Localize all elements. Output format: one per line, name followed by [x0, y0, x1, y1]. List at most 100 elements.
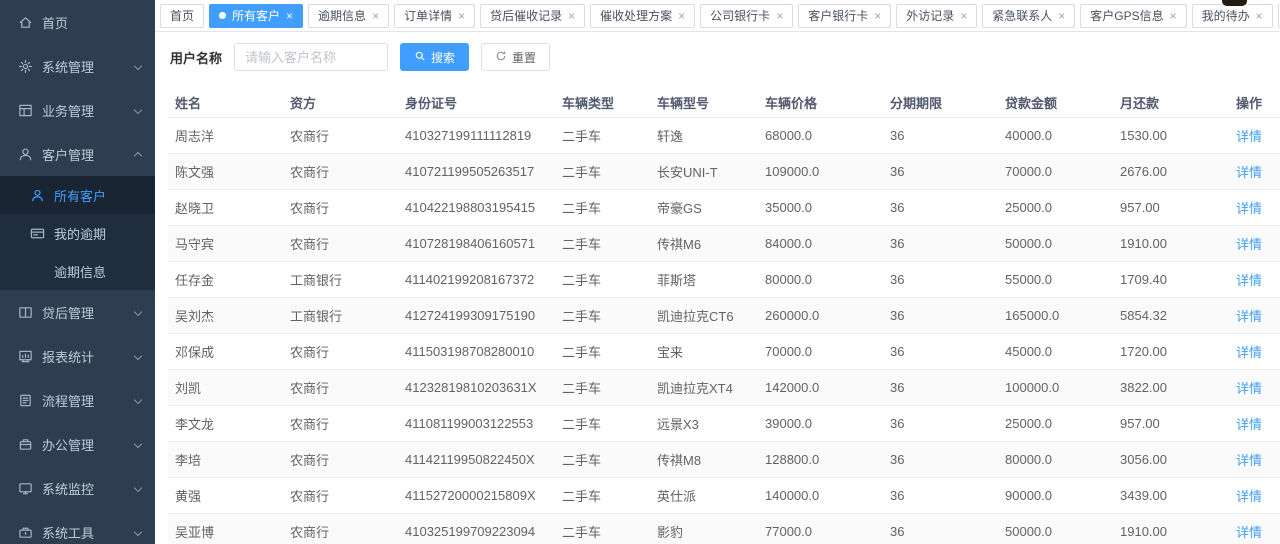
main-area: 首页所有客户×逾期信息×订单详情×贷后催收记录×催收处理方案×公司银行卡×客户银… [155, 0, 1280, 544]
tab-9[interactable]: 紧急联系人× [982, 4, 1075, 28]
detail-link[interactable]: 详情 [1236, 345, 1262, 360]
table-cell: 36 [890, 190, 1005, 226]
tab-4[interactable]: 贷后催收记录× [480, 4, 585, 28]
search-field-label: 用户名称 [170, 48, 222, 67]
close-icon[interactable]: × [678, 10, 685, 22]
column-header: 车辆类型 [562, 87, 657, 118]
table-cell: 工商银行 [290, 298, 405, 334]
table-cell: 吴亚博 [168, 514, 290, 544]
table-header-row: 姓名资方身份证号车辆类型车辆型号车辆价格分期期限贷款金额月还款操作 [168, 87, 1280, 118]
tools-icon [18, 525, 33, 540]
sidebar-item-0[interactable]: 首页 [0, 0, 155, 44]
chevron-down-icon [134, 528, 142, 536]
user-icon [18, 147, 33, 162]
detail-link[interactable]: 详情 [1236, 201, 1262, 216]
sidebar-item-2[interactable]: 业务管理 [0, 88, 155, 132]
table-cell: 农商行 [290, 190, 405, 226]
detail-link[interactable]: 详情 [1236, 525, 1262, 540]
detail-link[interactable]: 详情 [1236, 273, 1262, 288]
close-icon[interactable]: × [776, 10, 783, 22]
table-cell: 农商行 [290, 154, 405, 190]
table-cell: 25000.0 [1005, 406, 1120, 442]
table-cell: 50000.0 [1005, 226, 1120, 262]
column-header: 车辆价格 [765, 87, 890, 118]
table-cell: 邓保成 [168, 334, 290, 370]
tab-2[interactable]: 逾期信息× [308, 4, 389, 28]
column-header: 资方 [290, 87, 405, 118]
tab-7[interactable]: 客户银行卡× [798, 4, 891, 28]
card-icon [30, 226, 45, 241]
table-row: 赵晓卫农商行410422198803195415二手车帝豪GS35000.036… [168, 190, 1280, 226]
tab-8[interactable]: 外访记录× [896, 4, 977, 28]
table-cell: 142000.0 [765, 370, 890, 406]
close-icon[interactable]: × [286, 10, 293, 22]
close-icon[interactable]: × [960, 10, 967, 22]
action-cell: 详情 [1230, 118, 1280, 154]
table-cell: 影豹 [657, 514, 765, 544]
table-cell: 英仕派 [657, 478, 765, 514]
detail-link[interactable]: 详情 [1236, 165, 1262, 180]
tab-label: 订单详情 [404, 7, 452, 24]
close-icon[interactable]: × [1170, 10, 1177, 22]
sidebar-item-7[interactable]: 办公管理 [0, 422, 155, 466]
table-cell: 3822.00 [1120, 370, 1230, 406]
table-cell: 411402199208167372 [405, 262, 562, 298]
detail-link[interactable]: 详情 [1236, 237, 1262, 252]
close-icon[interactable]: × [1256, 10, 1263, 22]
sidebar-item-5[interactable]: 报表统计 [0, 334, 155, 378]
close-icon[interactable]: × [458, 10, 465, 22]
search-button[interactable]: 搜索 [400, 43, 469, 71]
close-icon[interactable]: × [1058, 10, 1065, 22]
table-cell: 68000.0 [765, 118, 890, 154]
table-cell: 140000.0 [765, 478, 890, 514]
detail-link[interactable]: 详情 [1236, 417, 1262, 432]
table-cell: 100000.0 [1005, 370, 1120, 406]
detail-link[interactable]: 详情 [1236, 309, 1262, 324]
table-cell: 工商银行 [290, 262, 405, 298]
tab-11[interactable]: 我的待办× [1192, 4, 1273, 28]
reset-button[interactable]: 重置 [481, 43, 550, 71]
sidebar-item-3[interactable]: 客户管理 [0, 132, 155, 176]
detail-link[interactable]: 详情 [1236, 129, 1262, 144]
table-cell: 36 [890, 514, 1005, 544]
sidebar-subitem-2[interactable]: 逾期信息 [0, 252, 155, 290]
customer-name-input[interactable] [234, 43, 388, 71]
table-row: 邓保成农商行411503198708280010二手车宝来70000.03645… [168, 334, 1280, 370]
search-icon [414, 50, 426, 65]
tab-3[interactable]: 订单详情 × [394, 4, 475, 28]
tab-6[interactable]: 公司银行卡× [700, 4, 793, 28]
column-header: 月还款 [1120, 87, 1230, 118]
table-cell: 36 [890, 262, 1005, 298]
column-header: 操作 [1230, 87, 1280, 118]
detail-link[interactable]: 详情 [1236, 381, 1262, 396]
table-row: 李文龙农商行411081199003122553二手车远景X339000.036… [168, 406, 1280, 442]
sidebar-subitem-0[interactable]: 所有客户 [0, 176, 155, 214]
sidebar-item-8[interactable]: 系统监控 [0, 466, 155, 510]
table-cell: 1910.00 [1120, 514, 1230, 544]
table-cell: 35000.0 [765, 190, 890, 226]
tab-1[interactable]: 所有客户× [209, 4, 303, 28]
sidebar-item-4[interactable]: 贷后管理 [0, 290, 155, 334]
detail-link[interactable]: 详情 [1236, 453, 1262, 468]
table-cell: 二手车 [562, 442, 657, 478]
search-form: 用户名称 搜索 重置 [170, 43, 1280, 71]
tab-0[interactable]: 首页 [160, 4, 204, 28]
table-cell: 二手车 [562, 334, 657, 370]
close-icon[interactable]: × [372, 10, 379, 22]
close-icon[interactable]: × [874, 10, 881, 22]
table-cell: 传祺M6 [657, 226, 765, 262]
sidebar-subitem-1[interactable]: 我的逾期 [0, 214, 155, 252]
table-cell: 二手车 [562, 298, 657, 334]
action-cell: 详情 [1230, 226, 1280, 262]
table-cell: 黄强 [168, 478, 290, 514]
sidebar-item-1[interactable]: 系统管理 [0, 44, 155, 88]
chevron-down-icon [134, 484, 142, 492]
table-cell: 128800.0 [765, 442, 890, 478]
sidebar-item-6[interactable]: 流程管理 [0, 378, 155, 422]
detail-link[interactable]: 详情 [1236, 489, 1262, 504]
tab-10[interactable]: 客户GPS信息× [1080, 4, 1186, 28]
close-icon[interactable]: × [568, 10, 575, 22]
table-cell: 957.00 [1120, 190, 1230, 226]
sidebar-item-9[interactable]: 系统工具 [0, 510, 155, 544]
tab-5[interactable]: 催收处理方案× [590, 4, 695, 28]
